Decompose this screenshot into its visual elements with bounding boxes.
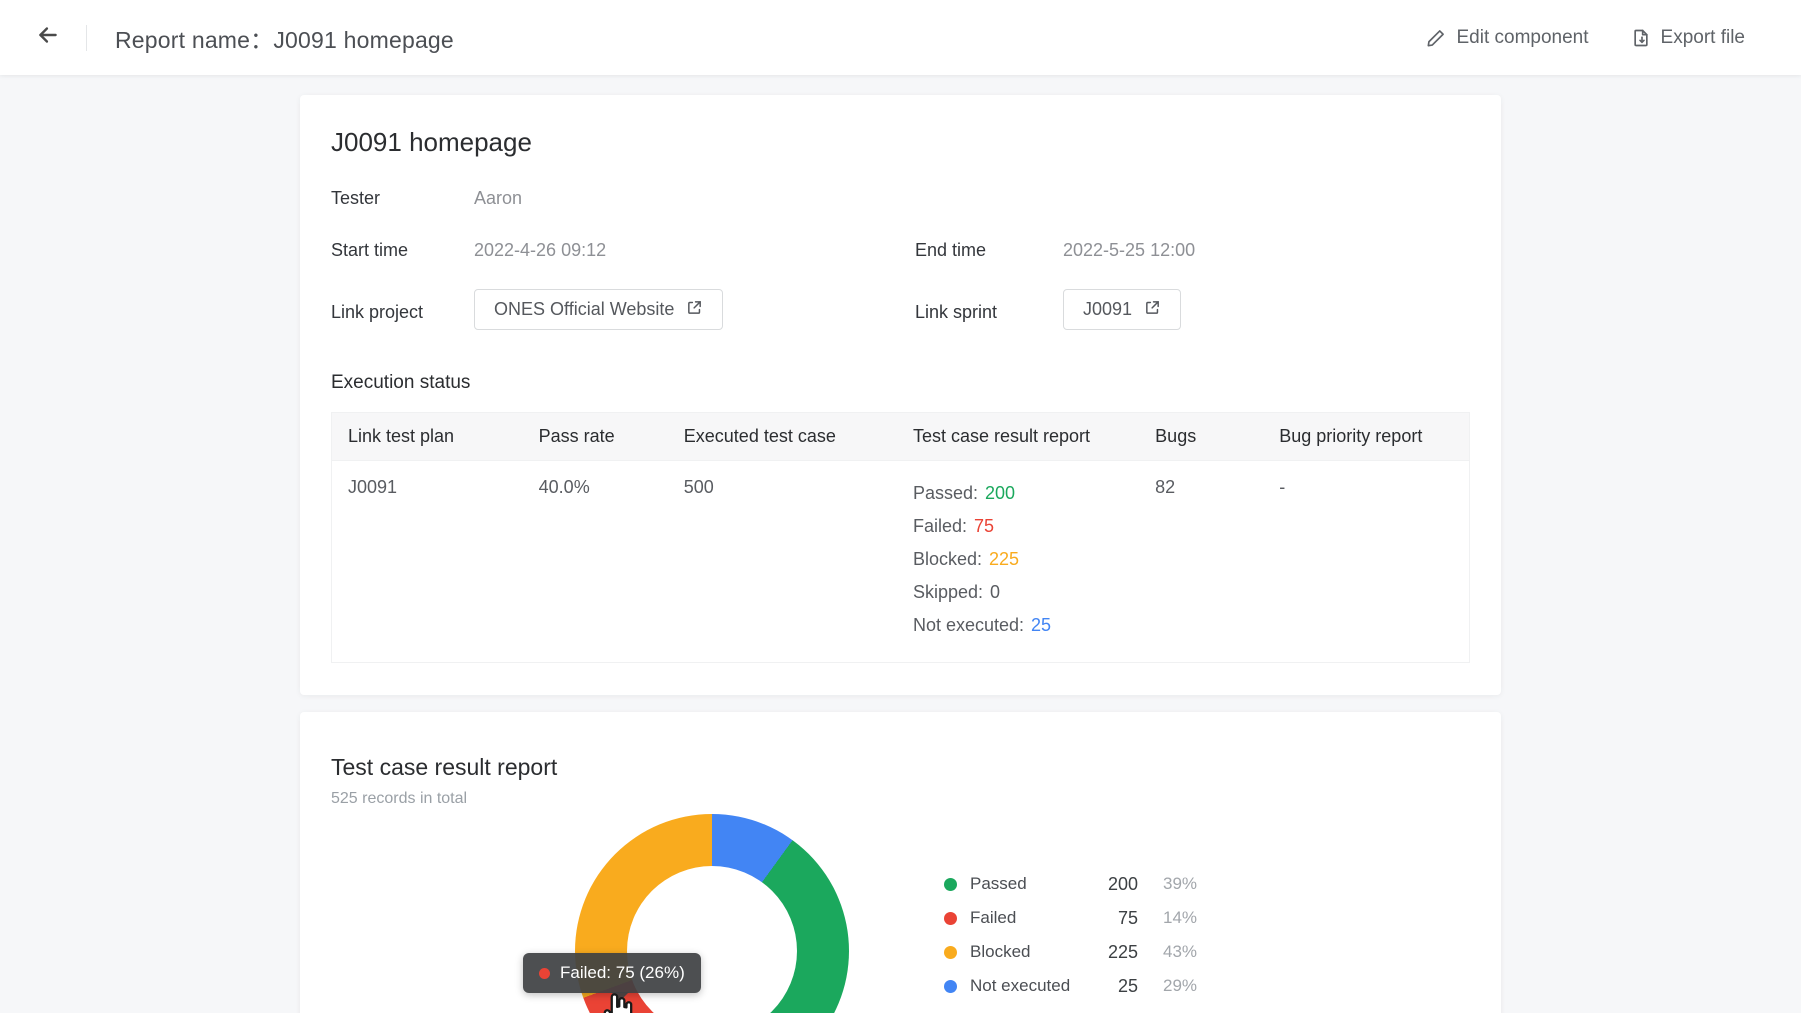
export-file-button[interactable]: Export file — [1631, 27, 1745, 49]
table-row: J0091 40.0% 500 Passed: 200 Failed: 75 Blo… — [332, 461, 1470, 663]
pencil-icon — [1426, 28, 1446, 48]
report-detail-card: J0091 homepage Tester Aaron Start time 2… — [300, 95, 1501, 695]
cell-pass-rate: 40.0% — [538, 477, 590, 497]
hand-cursor-icon — [596, 988, 638, 1013]
chart-subtitle: 525 records in total — [331, 790, 468, 807]
chart-legend: Passed 200 39% Failed 75 14% Blocked 225… — [944, 867, 1213, 1013]
time-row: Start time 2022-4-26 09:12 End time 2022… — [331, 240, 1470, 292]
link-sprint-button-label: J0091 — [1083, 299, 1133, 319]
col-executed-test-case: Executed test case — [667, 412, 897, 461]
legend-item-not-executed[interactable]: Not executed 25 29% — [944, 969, 1213, 1003]
result-report-card: Test case result report 525 records in t… — [300, 712, 1501, 1013]
result-passed: Passed: 200 — [912, 483, 1016, 503]
table-header-row: Link test plan Pass rate Executed test c… — [331, 412, 1470, 461]
col-link-test-plan: Link test plan — [331, 412, 523, 461]
page-title: Report name：J0091 homepage — [115, 26, 454, 53]
result-not-executed: Not executed: 25 — [912, 615, 1052, 635]
chart-title: Test case result report — [331, 754, 558, 780]
tester-label: Tester — [331, 188, 381, 208]
link-sprint-label: Link sprint — [915, 302, 998, 322]
cell-executed: 500 — [683, 477, 714, 497]
not-executed-dot-icon — [944, 979, 957, 993]
col-bug-priority-report: Bug priority report — [1263, 412, 1470, 461]
start-time-label: Start time — [331, 240, 409, 260]
result-failed: Failed: 75 — [912, 516, 995, 536]
legend-item-passed[interactable]: Passed 200 39% — [944, 867, 1213, 901]
back-button[interactable] — [30, 20, 66, 56]
cell-bugs: 82 — [1155, 477, 1176, 497]
execution-status-table: Link test plan Pass rate Executed test c… — [331, 412, 1470, 663]
arrow-left-icon — [35, 22, 61, 53]
blocked-dot-icon — [944, 945, 957, 959]
topbar-actions: Edit component Export file — [1426, 27, 1745, 49]
chart-tooltip: Failed: 75 (26%) — [523, 953, 701, 1001]
top-bar: Report name：J0091 homepage Edit componen… — [0, 0, 1801, 75]
link-row: Link project ONES Official Website Link … — [331, 289, 1470, 350]
link-sprint-button[interactable]: J0091 — [1063, 289, 1182, 330]
tooltip-failed-dot — [539, 967, 550, 979]
end-time-label: End time — [915, 240, 987, 260]
tester-value: Aaron — [474, 188, 523, 208]
divider — [86, 24, 87, 51]
app-viewport: Report name：J0091 homepage Edit componen… — [0, 0, 1801, 1013]
report-name-heading: J0091 homepage — [331, 127, 532, 157]
external-link-icon — [686, 299, 703, 321]
edit-component-button[interactable]: Edit component — [1426, 26, 1589, 49]
failed-dot-icon — [944, 911, 957, 925]
col-pass-rate: Pass rate — [522, 412, 668, 461]
result-skipped: Skipped: 0 — [912, 582, 1001, 602]
tooltip-text: Failed: 75 (26%) — [560, 963, 685, 982]
end-time-value: 2022-5-25 12:00 — [1063, 240, 1196, 260]
legend-item-failed[interactable]: Failed 75 14% — [944, 901, 1213, 935]
external-link-icon — [1144, 299, 1161, 321]
link-project-button-label: ONES Official Website — [494, 299, 675, 319]
legend-item-skipped[interactable]: Skipped 0 5% — [944, 1003, 1213, 1013]
export-file-label: Export file — [1660, 26, 1745, 48]
edit-component-label: Edit component — [1456, 26, 1589, 48]
start-time-value: 2022-4-26 09:12 — [474, 240, 607, 260]
cell-bug-priority: - — [1279, 477, 1286, 497]
result-blocked: Blocked: 225 — [912, 549, 1020, 569]
execution-status-heading: Execution status — [331, 372, 471, 393]
link-project-button[interactable]: ONES Official Website — [474, 289, 724, 330]
col-bugs: Bugs — [1139, 412, 1264, 461]
passed-dot-icon — [944, 877, 957, 891]
link-project-label: Link project — [331, 302, 424, 322]
file-export-icon — [1631, 28, 1651, 48]
col-test-case-result-report: Test case result report — [896, 412, 1140, 461]
legend-item-blocked[interactable]: Blocked 225 43% — [944, 935, 1213, 969]
cell-result-report: Passed: 200 Failed: 75 Blocked: 225 Skipped… — [897, 461, 1139, 663]
tester-row: Tester Aaron — [331, 188, 1470, 240]
cell-link-test-plan[interactable]: J0091 — [332, 461, 523, 663]
